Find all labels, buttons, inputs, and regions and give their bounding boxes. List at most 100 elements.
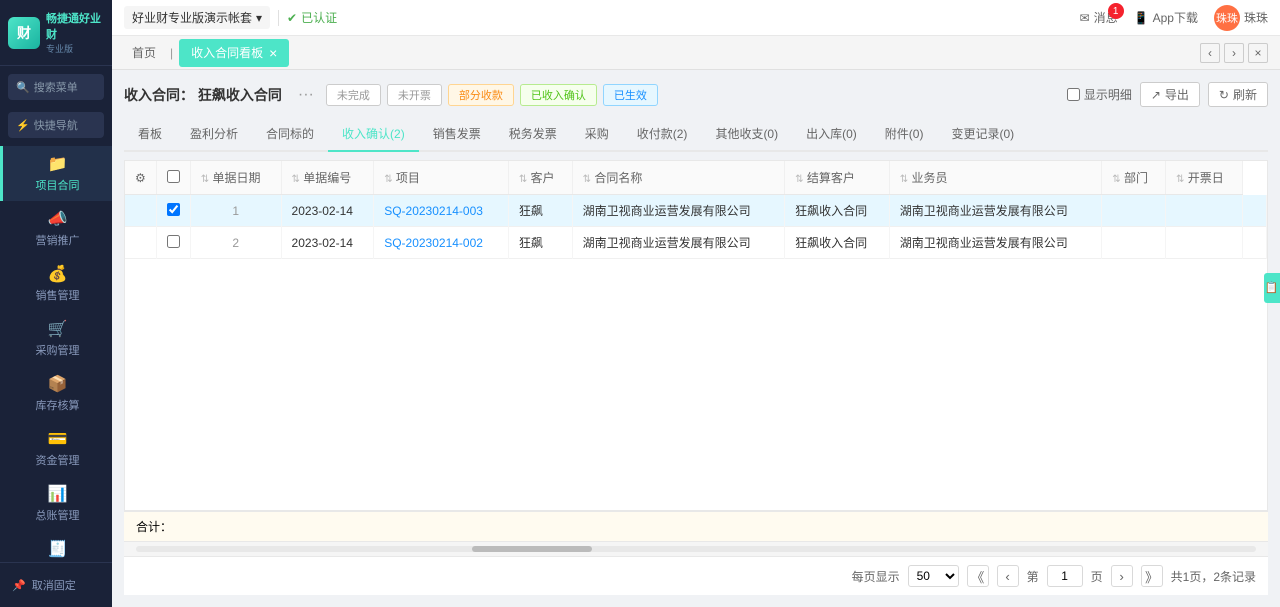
topbar-right: ✉ 消息 1 📱 App下载 珠珠 珠珠 <box>1080 5 1268 31</box>
main-content: 好业财专业版演示帐套 ▾ ✔ 已认证 ✉ 消息 1 📱 App下载 珠珠 珠珠 <box>112 0 1280 607</box>
tab-home[interactable]: 首页 <box>124 44 164 61</box>
row-checkbox[interactable] <box>156 195 190 227</box>
logo-icon: 财 <box>8 17 40 49</box>
sidebar-item-invoice[interactable]: 🧾 发票管理 <box>0 531 112 562</box>
tab-revenue-confirm[interactable]: 收入确认(2) <box>328 117 419 152</box>
search-menu-button[interactable]: 🔍 搜索菜单 <box>8 74 104 100</box>
tab-purchase[interactable]: 采购 <box>571 117 623 152</box>
checkbox-header[interactable] <box>156 161 190 195</box>
project-icon: 📁 <box>48 154 68 174</box>
tab-payment[interactable]: 收付款(2) <box>623 117 702 152</box>
row-contract-1: 狂飙收入合同 <box>785 195 890 227</box>
right-panel-button[interactable]: 📋 <box>1264 273 1280 302</box>
company-selector[interactable]: 好业财专业版演示帐套 ▾ <box>124 6 270 29</box>
per-page-label: 每页显示 <box>852 568 900 585</box>
date-header[interactable]: ⇅ 单据日期 <box>190 161 281 195</box>
invoice-icon: 🧾 <box>48 539 68 559</box>
tab-contract-board[interactable]: 收入合同看板 × <box>179 39 289 67</box>
phone-icon: 📱 <box>1134 11 1149 25</box>
sidebar-item-purchase[interactable]: 🛒 采购管理 <box>0 311 112 366</box>
sort-icon: ⇅ <box>292 174 300 185</box>
app-download-button[interactable]: 📱 App下载 <box>1134 9 1198 26</box>
tab-tax-invoice[interactable]: 税务发票 <box>495 117 571 152</box>
scrollbar-track[interactable] <box>136 546 1256 552</box>
status-partial[interactable]: 部分收款 <box>448 84 514 106</box>
row-num-1: 1 <box>190 195 281 227</box>
tab-profit[interactable]: 盈利分析 <box>176 117 252 152</box>
scrollbar-thumb[interactable] <box>472 546 592 552</box>
open-date-header[interactable]: ⇅ 开票日 <box>1166 161 1243 195</box>
salesperson-header[interactable]: ⇅ 业务员 <box>889 161 1102 195</box>
quick-nav-button[interactable]: ⚡ 快捷导航 <box>8 112 104 138</box>
prev-page-button[interactable]: ‹ <box>997 565 1019 587</box>
last-page-button[interactable]: 》 <box>1141 565 1163 587</box>
show-detail-input[interactable] <box>1067 88 1080 101</box>
customer-header[interactable]: ⇅ 客户 <box>508 161 572 195</box>
show-detail-checkbox[interactable]: 显示明细 <box>1067 86 1132 103</box>
settings-header[interactable]: ⚙ <box>125 161 156 195</box>
subtabs: 看板 盈利分析 合同标的 收入确认(2) 销售发票 税务发票 采购 收付款(2)… <box>124 117 1268 152</box>
tabbar: 首页 | 收入合同看板 × ‹ › × <box>112 36 1280 70</box>
page-label-2: 页 <box>1091 568 1103 585</box>
page-input[interactable] <box>1047 565 1083 587</box>
department-header[interactable]: ⇅ 部门 <box>1102 161 1166 195</box>
tab-nav-prev[interactable]: ‹ <box>1200 43 1220 63</box>
tab-warehouse[interactable]: 出入库(0) <box>792 117 871 152</box>
select-all-checkbox[interactable] <box>167 170 180 183</box>
table-row[interactable]: 1 2023-02-14 SQ-20230214-003 狂飙 湖南卫视商业运营… <box>125 195 1267 227</box>
first-page-button[interactable]: 《 <box>967 565 989 587</box>
tab-board[interactable]: 看板 <box>124 117 176 152</box>
contract-name-header[interactable]: ⇅ 合同名称 <box>572 161 785 195</box>
tab-nav-close[interactable]: × <box>1248 43 1268 63</box>
settle-customer-header[interactable]: ⇅ 结算客户 <box>785 161 890 195</box>
sidebar-item-inventory[interactable]: 📦 库存核算 <box>0 366 112 421</box>
project-header[interactable]: ⇅ 项目 <box>374 161 509 195</box>
sidebar-search-area: 🔍 搜索菜单 <box>0 66 112 108</box>
user-avatar[interactable]: 珠珠 珠珠 <box>1214 5 1268 31</box>
per-page-select[interactable]: 50 20 100 <box>908 565 959 587</box>
avatar: 珠珠 <box>1214 5 1240 31</box>
table-header: ⚙ ⇅ 单据日期 ⇅ 单据编号 ⇅ 项目 ⇅ 客户 ⇅ 合同名称 ⇅ 结算客户 … <box>125 161 1267 195</box>
status-confirmed[interactable]: 已收入确认 <box>520 84 597 106</box>
lightning-icon: ⚡ <box>16 119 30 132</box>
row-number-link-1[interactable]: SQ-20230214-003 <box>384 204 483 218</box>
tab-other-income[interactable]: 其他收支(0) <box>701 117 792 152</box>
contract-title: 收入合同： 狂飙收入合同 <box>124 85 282 105</box>
tab-sales-invoice[interactable]: 销售发票 <box>419 117 495 152</box>
contract-header: 收入合同： 狂飙收入合同 ··· 未完成 未开票 部分收款 已收入确认 已生效 … <box>124 82 1268 107</box>
next-page-button[interactable]: › <box>1111 565 1133 587</box>
sort-icon: ⇅ <box>583 174 591 185</box>
export-button[interactable]: ↗ 导出 <box>1140 82 1200 107</box>
row-contract-2: 狂飙收入合同 <box>785 227 890 259</box>
message-button[interactable]: ✉ 消息 1 <box>1080 9 1118 26</box>
more-button[interactable]: ··· <box>298 86 314 104</box>
horizontal-scrollbar[interactable] <box>124 541 1268 556</box>
row-number-link-2[interactable]: SQ-20230214-002 <box>384 236 483 250</box>
pin-icon: 📌 <box>12 579 26 592</box>
row-checkbox-2[interactable] <box>156 227 190 259</box>
tab-change-log[interactable]: 变更记录(0) <box>937 117 1028 152</box>
sidebar: 财 畅捷通好业财 专业版 🔍 搜索菜单 ⚡ 快捷导航 📁 项目合同 📣 营销推广… <box>0 0 112 607</box>
sidebar-item-marketing[interactable]: 📣 营销推广 <box>0 201 112 256</box>
tab-nav-next[interactable]: › <box>1224 43 1244 63</box>
number-header[interactable]: ⇅ 单据编号 <box>281 161 374 195</box>
row-settings <box>125 195 156 227</box>
status-no-invoice[interactable]: 未开票 <box>387 84 442 106</box>
status-effective[interactable]: 已生效 <box>603 84 658 106</box>
row-number-2: SQ-20230214-002 <box>374 227 509 259</box>
refresh-button[interactable]: ↻ 刷新 <box>1208 82 1268 107</box>
tab-contract-subject[interactable]: 合同标的 <box>252 117 328 152</box>
row-project-2: 狂飙 <box>508 227 572 259</box>
topbar: 好业财专业版演示帐套 ▾ ✔ 已认证 ✉ 消息 1 📱 App下载 珠珠 珠珠 <box>112 0 1280 36</box>
quick-nav-area: ⚡ 快捷导航 <box>0 108 112 146</box>
sidebar-item-sales[interactable]: 💰 销售管理 <box>0 256 112 311</box>
message-icon: ✉ <box>1080 11 1090 25</box>
table-row[interactable]: 2 2023-02-14 SQ-20230214-002 狂飙 湖南卫视商业运营… <box>125 227 1267 259</box>
sidebar-item-general[interactable]: 📊 总账管理 <box>0 476 112 531</box>
unpin-button[interactable]: 📌 取消固定 <box>8 571 104 599</box>
tab-attachments[interactable]: 附件(0) <box>871 117 938 152</box>
status-incomplete[interactable]: 未完成 <box>326 84 381 106</box>
tab-close-icon[interactable]: × <box>269 46 277 60</box>
sidebar-item-project[interactable]: 📁 项目合同 <box>0 146 112 201</box>
sidebar-item-funds[interactable]: 💳 资金管理 <box>0 421 112 476</box>
